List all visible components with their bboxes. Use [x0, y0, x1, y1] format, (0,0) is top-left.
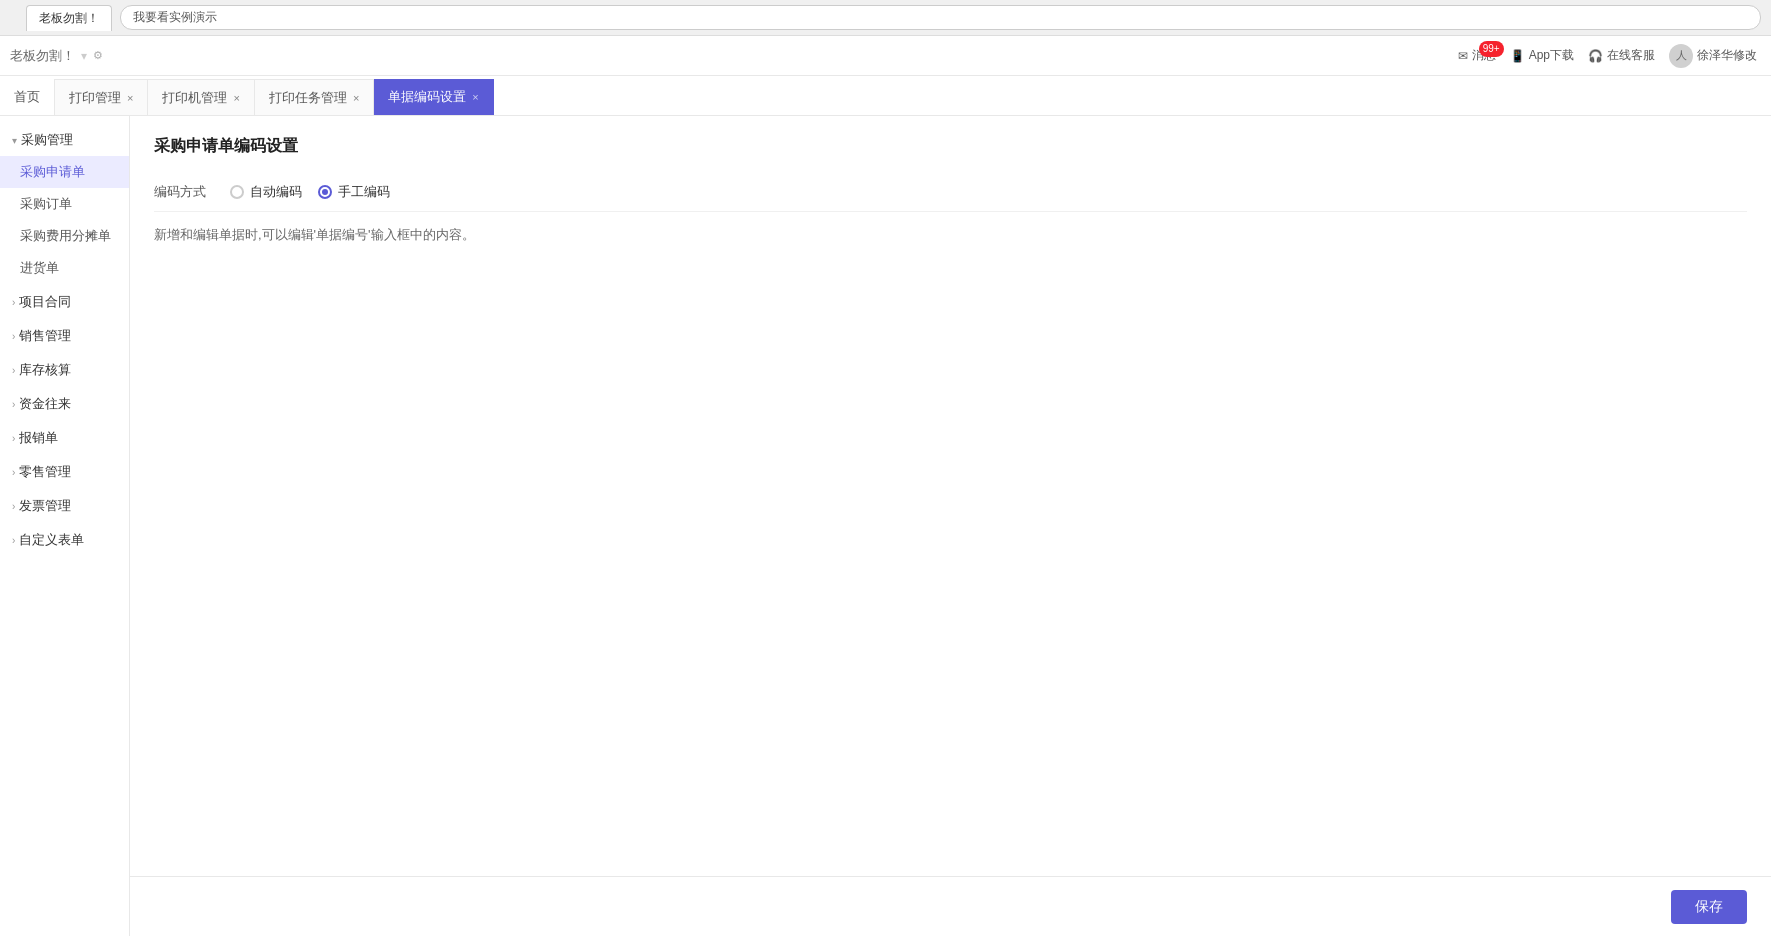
main-layout: ▾ 采购管理 采购申请单 采购订单 采购费用分摊单 进货单 › 项目合同	[0, 116, 1771, 936]
download-icon: 📱	[1510, 49, 1525, 63]
message-icon: ✉	[1458, 49, 1468, 63]
online-service-btn[interactable]: 🎧 在线客服	[1588, 47, 1655, 64]
tab-home-label: 首页	[14, 88, 40, 106]
sidebar-group-project: › 项目合同	[0, 286, 129, 318]
chevron-right-icon-5: ›	[12, 433, 15, 444]
tab-home[interactable]: 首页	[0, 79, 55, 115]
app-logo[interactable]: 老板勿割！	[10, 47, 75, 65]
browser-tab-label: 老板勿割！	[39, 10, 99, 27]
sidebar-group-capital: › 资金往来	[0, 388, 129, 420]
tab-document-code[interactable]: 单据编码设置 ×	[374, 79, 493, 115]
sidebar-group-custom-form-label: 自定义表单	[19, 531, 84, 549]
app-download-label: App下载	[1529, 47, 1574, 64]
url-bar[interactable]: 我要看实例演示	[120, 5, 1761, 30]
sidebar-item-purchase-order-label: 采购订单	[20, 196, 72, 211]
avatar: 人	[1669, 44, 1693, 68]
tab-printer-management-close[interactable]: ×	[233, 92, 239, 104]
app-download-btn[interactable]: 📱 App下载	[1510, 47, 1574, 64]
topbar-right: ✉ 消息 99+ 📱 App下载 🎧 在线客服 人 徐泽华修改	[1458, 44, 1771, 68]
online-service-label: 在线客服	[1607, 47, 1655, 64]
browser-bar: 老板勿割！ 我要看实例演示	[0, 0, 1771, 36]
topbar-left: 老板勿割！ ▾ ⚙	[10, 47, 1458, 65]
tab-printer-management-label: 打印机管理	[162, 89, 227, 107]
sidebar-item-receipt[interactable]: 进货单	[0, 252, 129, 284]
radio-group-coding: 自动编码 手工编码	[230, 183, 390, 201]
sidebar-item-purchase-expense[interactable]: 采购费用分摊单	[0, 220, 129, 252]
app-topbar: 老板勿割！ ▾ ⚙ ✉ 消息 99+ 📱 App下载 🎧 在线客服 人 徐泽华修…	[0, 36, 1771, 76]
sidebar-group-invoice: › 发票管理	[0, 490, 129, 522]
tab-print-task[interactable]: 打印任务管理 ×	[255, 79, 374, 115]
sidebar-group-purchase-label: 采购管理	[21, 131, 73, 149]
page-title: 采购申请单编码设置	[154, 136, 1747, 157]
sidebar-group-retail-label: 零售管理	[19, 463, 71, 481]
tab-print-management-label: 打印管理	[69, 89, 121, 107]
chevron-right-icon-7: ›	[12, 501, 15, 512]
sidebar-group-inventory: › 库存核算	[0, 354, 129, 386]
sidebar-group-retail-title[interactable]: › 零售管理	[0, 456, 129, 488]
info-text: 新增和编辑单据时,可以编辑'单据编号'输入框中的内容。	[154, 226, 1747, 244]
sidebar-group-project-label: 项目合同	[19, 293, 71, 311]
sidebar-group-purchase-title[interactable]: ▾ 采购管理	[0, 124, 129, 156]
sidebar-group-sales-label: 销售管理	[19, 327, 71, 345]
tab-print-management[interactable]: 打印管理 ×	[55, 79, 148, 115]
tab-bar: 首页 打印管理 × 打印机管理 × 打印任务管理 × 单据编码设置 ×	[0, 76, 1771, 116]
tab-printer-management[interactable]: 打印机管理 ×	[148, 79, 254, 115]
sidebar-item-receipt-label: 进货单	[20, 260, 59, 275]
sidebar-group-custom-form: › 自定义表单	[0, 524, 129, 556]
bottom-bar: 保存	[130, 876, 1771, 936]
sidebar-group-inventory-label: 库存核算	[19, 361, 71, 379]
sidebar-item-purchase-order[interactable]: 采购订单	[0, 188, 129, 220]
tab-document-code-close[interactable]: ×	[472, 91, 478, 103]
chevron-right-icon-6: ›	[12, 467, 15, 478]
tab-print-management-close[interactable]: ×	[127, 92, 133, 104]
sidebar-group-invoice-label: 发票管理	[19, 497, 71, 515]
save-button[interactable]: 保存	[1671, 890, 1747, 924]
sidebar-group-project-title[interactable]: › 项目合同	[0, 286, 129, 318]
tab-print-task-label: 打印任务管理	[269, 89, 347, 107]
sidebar-item-purchase-expense-label: 采购费用分摊单	[20, 228, 111, 243]
radio-manual-code-circle	[318, 185, 332, 199]
user-info[interactable]: 人 徐泽华修改	[1669, 44, 1757, 68]
tab-print-task-close[interactable]: ×	[353, 92, 359, 104]
sidebar-group-retail: › 零售管理	[0, 456, 129, 488]
content-area: 采购申请单编码设置 编码方式 自动编码 手工编码 新增和编辑单据时,可以编辑'单…	[130, 116, 1771, 936]
sidebar-group-capital-label: 资金往来	[19, 395, 71, 413]
message-badge: 99+	[1479, 41, 1504, 57]
message-btn[interactable]: ✉ 消息 99+	[1458, 47, 1496, 64]
sidebar-item-purchase-request-label: 采购申请单	[20, 164, 85, 179]
chevron-right-icon-8: ›	[12, 535, 15, 546]
radio-auto-code[interactable]: 自动编码	[230, 183, 302, 201]
sidebar-group-custom-form-title[interactable]: › 自定义表单	[0, 524, 129, 556]
content-main: 采购申请单编码设置 编码方式 自动编码 手工编码 新增和编辑单据时,可以编辑'单…	[130, 116, 1771, 876]
chevron-right-icon-3: ›	[12, 365, 15, 376]
sidebar-group-expense-title[interactable]: › 报销单	[0, 422, 129, 454]
sidebar-group-purchase: ▾ 采购管理 采购申请单 采购订单 采购费用分摊单 进货单	[0, 124, 129, 284]
username: 徐泽华修改	[1697, 47, 1757, 64]
chevron-right-icon: ›	[12, 297, 15, 308]
url-text: 我要看实例演示	[133, 9, 217, 26]
sidebar-item-purchase-request[interactable]: 采购申请单	[0, 156, 129, 188]
coding-method-row: 编码方式 自动编码 手工编码	[154, 173, 1747, 212]
chevron-right-icon-2: ›	[12, 331, 15, 342]
tab-document-code-label: 单据编码设置	[388, 88, 466, 106]
headset-icon: 🎧	[1588, 49, 1603, 63]
browser-tab[interactable]: 老板勿割！	[26, 5, 112, 31]
chevron-right-icon-4: ›	[12, 399, 15, 410]
topbar-settings-icon[interactable]: ⚙	[93, 49, 103, 62]
radio-auto-code-circle	[230, 185, 244, 199]
sidebar-group-inventory-title[interactable]: › 库存核算	[0, 354, 129, 386]
chevron-down-icon: ▾	[12, 135, 17, 146]
radio-manual-code-label: 手工编码	[338, 183, 390, 201]
sidebar-group-expense-label: 报销单	[19, 429, 58, 447]
sidebar-group-capital-title[interactable]: › 资金往来	[0, 388, 129, 420]
sidebar-group-sales: › 销售管理	[0, 320, 129, 352]
sidebar-group-invoice-title[interactable]: › 发票管理	[0, 490, 129, 522]
sidebar: ▾ 采购管理 采购申请单 采购订单 采购费用分摊单 进货单 › 项目合同	[0, 116, 130, 936]
coding-method-label: 编码方式	[154, 183, 214, 201]
radio-manual-code[interactable]: 手工编码	[318, 183, 390, 201]
radio-auto-code-label: 自动编码	[250, 183, 302, 201]
sidebar-group-expense: › 报销单	[0, 422, 129, 454]
sidebar-group-sales-title[interactable]: › 销售管理	[0, 320, 129, 352]
topbar-divider: ▾	[81, 49, 87, 63]
